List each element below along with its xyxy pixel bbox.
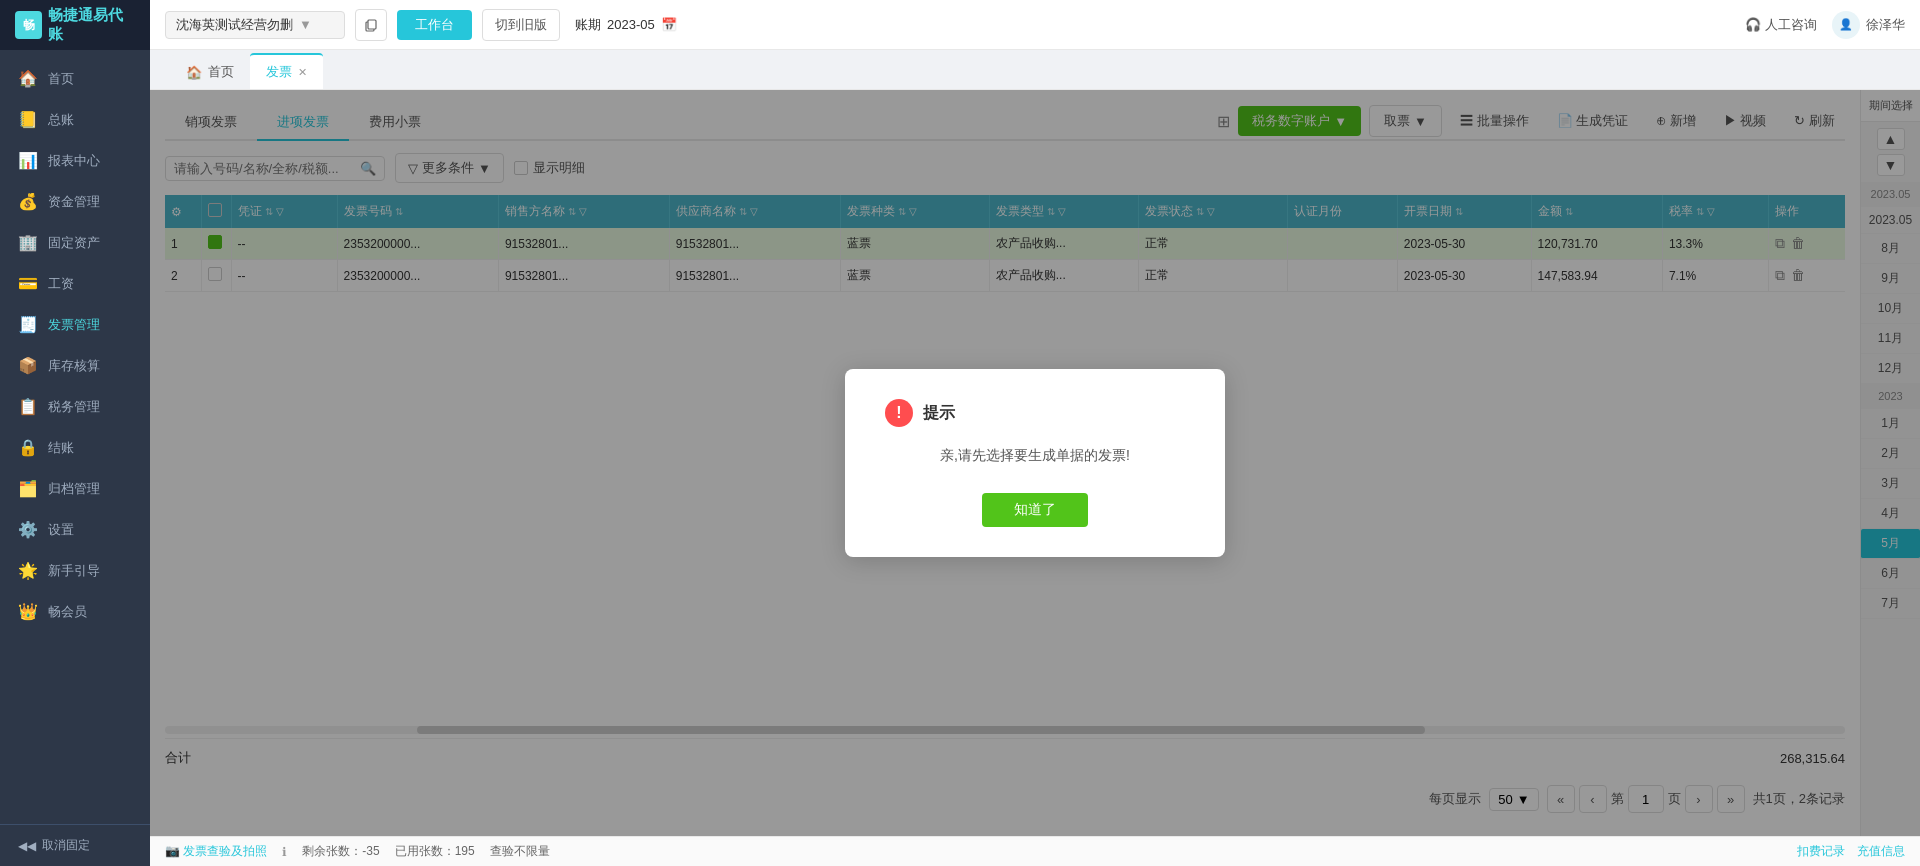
tab-invoice-label: 发票 <box>266 63 292 81</box>
logo-text: 畅捷通易代账 <box>48 6 135 44</box>
tab-close-icon[interactable]: ✕ <box>298 66 307 79</box>
payroll-icon: 💳 <box>18 274 38 293</box>
main-area: 沈海英测试经营勿删 ▼ 工作台 切到旧版 账期 2023-05 📅 🎧 人工咨询 <box>150 0 1920 866</box>
recharge-info-link[interactable]: 充值信息 <box>1857 843 1905 860</box>
tab-invoice[interactable]: 发票 ✕ <box>250 53 323 89</box>
unpin-icon: ◀◀ <box>18 839 36 853</box>
support-label: 人工咨询 <box>1765 16 1817 34</box>
modal-header: ! 提示 <box>885 399 1185 427</box>
unchecked-label: 查验不限量 <box>490 843 550 860</box>
svg-rect-1 <box>368 20 376 29</box>
invoice-icon: 🧾 <box>18 315 38 334</box>
sidebar-item-reports[interactable]: 📊 报表中心 <box>0 140 150 181</box>
info-icon: ℹ <box>282 845 287 859</box>
sidebar-item-label: 固定资产 <box>48 234 100 252</box>
sidebar-item-label: 新手引导 <box>48 562 100 580</box>
logo-icon: 畅 <box>15 11 42 39</box>
sidebar-item-ledger[interactable]: 📒 总账 <box>0 99 150 140</box>
sidebar: 畅 畅捷通易代账 🏠 首页 📒 总账 📊 报表中心 💰 资金管理 🏢 <box>0 0 150 866</box>
sidebar-item-member[interactable]: 👑 畅会员 <box>0 591 150 632</box>
tax-icon: 📋 <box>18 397 38 416</box>
finance-icon: 💰 <box>18 192 38 211</box>
support-button[interactable]: 🎧 人工咨询 <box>1745 16 1817 34</box>
user-info[interactable]: 👤 徐泽华 <box>1832 11 1905 39</box>
warning-icon: ! <box>885 399 913 427</box>
unpin-sidebar-button[interactable]: ◀◀ 取消固定 <box>0 824 150 866</box>
modal-confirm-button[interactable]: 知道了 <box>982 493 1088 527</box>
sidebar-item-assets[interactable]: 🏢 固定资产 <box>0 222 150 263</box>
content-area: 销项发票 进项发票 费用小票 ⊞ 税务数字账户 ▼ <box>150 90 1920 836</box>
sidebar-item-tax[interactable]: 📋 税务管理 <box>0 386 150 427</box>
home-tab-icon: 🏠 <box>186 65 202 80</box>
sidebar-item-label: 发票管理 <box>48 316 100 334</box>
ledger-icon: 📒 <box>18 110 38 129</box>
user-avatar: 👤 <box>1832 11 1860 39</box>
sidebar-item-inventory[interactable]: 📦 库存核算 <box>0 345 150 386</box>
modal-box: ! 提示 亲,请先选择要生成单据的发票! 知道了 <box>845 369 1225 557</box>
status-bar: 📷 发票查验及拍照 ℹ 剩余张数：-35 已用张数：195 查验不限量 扣费记录… <box>150 836 1920 866</box>
sidebar-item-label: 工资 <box>48 275 74 293</box>
sidebar-item-invoice[interactable]: 🧾 发票管理 <box>0 304 150 345</box>
sidebar-item-archive[interactable]: 🗂️ 归档管理 <box>0 468 150 509</box>
modal-overlay: ! 提示 亲,请先选择要生成单据的发票! 知道了 <box>150 90 1920 836</box>
status-bar-right: 扣费记录 充值信息 <box>1797 843 1905 860</box>
guide-icon: 🌟 <box>18 561 38 580</box>
period-info: 账期 2023-05 📅 <box>575 16 677 34</box>
company-dropdown-icon: ▼ <box>299 17 312 32</box>
sidebar-item-home[interactable]: 🏠 首页 <box>0 58 150 99</box>
switch-version-button[interactable]: 切到旧版 <box>482 9 560 41</box>
user-name: 徐泽华 <box>1866 16 1905 34</box>
modal-footer: 知道了 <box>885 493 1185 527</box>
deduction-record-link[interactable]: 扣费记录 <box>1797 843 1845 860</box>
sidebar-item-finance[interactable]: 💰 资金管理 <box>0 181 150 222</box>
sidebar-item-label: 归档管理 <box>48 480 100 498</box>
sidebar-nav: 🏠 首页 📒 总账 📊 报表中心 💰 资金管理 🏢 固定资产 💳 工资 <box>0 50 150 824</box>
sidebar-item-label: 总账 <box>48 111 74 129</box>
sidebar-item-closing[interactable]: 🔒 结账 <box>0 427 150 468</box>
calendar-icon[interactable]: 📅 <box>661 17 677 32</box>
headset-icon: 🎧 <box>1745 17 1761 32</box>
archive-icon: 🗂️ <box>18 479 38 498</box>
copy-icon <box>364 18 378 32</box>
remaining-count: 剩余张数：-35 <box>302 843 379 860</box>
sidebar-item-settings[interactable]: ⚙️ 设置 <box>0 509 150 550</box>
closing-icon: 🔒 <box>18 438 38 457</box>
inventory-icon: 📦 <box>18 356 38 375</box>
sidebar-item-payroll[interactable]: 💳 工资 <box>0 263 150 304</box>
sidebar-item-label: 资金管理 <box>48 193 100 211</box>
sidebar-item-label: 结账 <box>48 439 74 457</box>
company-name: 沈海英测试经营勿删 <box>176 16 293 34</box>
sidebar-item-label: 设置 <box>48 521 74 539</box>
unpin-label: 取消固定 <box>42 837 90 854</box>
copy-company-button[interactable] <box>355 9 387 41</box>
tab-bar: 🏠 首页 发票 ✕ <box>150 50 1920 90</box>
topbar-right: 🎧 人工咨询 👤 徐泽华 <box>1745 11 1905 39</box>
tab-home-label: 首页 <box>208 63 234 81</box>
home-icon: 🏠 <box>18 69 38 88</box>
invoice-check-label[interactable]: 📷 发票查验及拍照 <box>165 843 267 860</box>
sidebar-item-guide[interactable]: 🌟 新手引导 <box>0 550 150 591</box>
modal-title: 提示 <box>923 403 955 424</box>
period-label: 账期 <box>575 16 601 34</box>
tab-home[interactable]: 🏠 首页 <box>170 55 250 89</box>
sidebar-item-label: 报表中心 <box>48 152 100 170</box>
sidebar-item-label: 税务管理 <box>48 398 100 416</box>
topbar: 沈海英测试经营勿删 ▼ 工作台 切到旧版 账期 2023-05 📅 🎧 人工咨询 <box>150 0 1920 50</box>
app-logo: 畅 畅捷通易代账 <box>0 0 150 50</box>
member-icon: 👑 <box>18 602 38 621</box>
settings-icon: ⚙️ <box>18 520 38 539</box>
used-count: 已用张数：195 <box>395 843 475 860</box>
sidebar-item-label: 首页 <box>48 70 74 88</box>
workbench-button[interactable]: 工作台 <box>397 10 472 40</box>
sidebar-item-label: 库存核算 <box>48 357 100 375</box>
assets-icon: 🏢 <box>18 233 38 252</box>
modal-message: 亲,请先选择要生成单据的发票! <box>885 447 1185 465</box>
period-value: 2023-05 <box>607 17 655 32</box>
company-selector[interactable]: 沈海英测试经营勿删 ▼ <box>165 11 345 39</box>
reports-icon: 📊 <box>18 151 38 170</box>
sidebar-item-label: 畅会员 <box>48 603 87 621</box>
